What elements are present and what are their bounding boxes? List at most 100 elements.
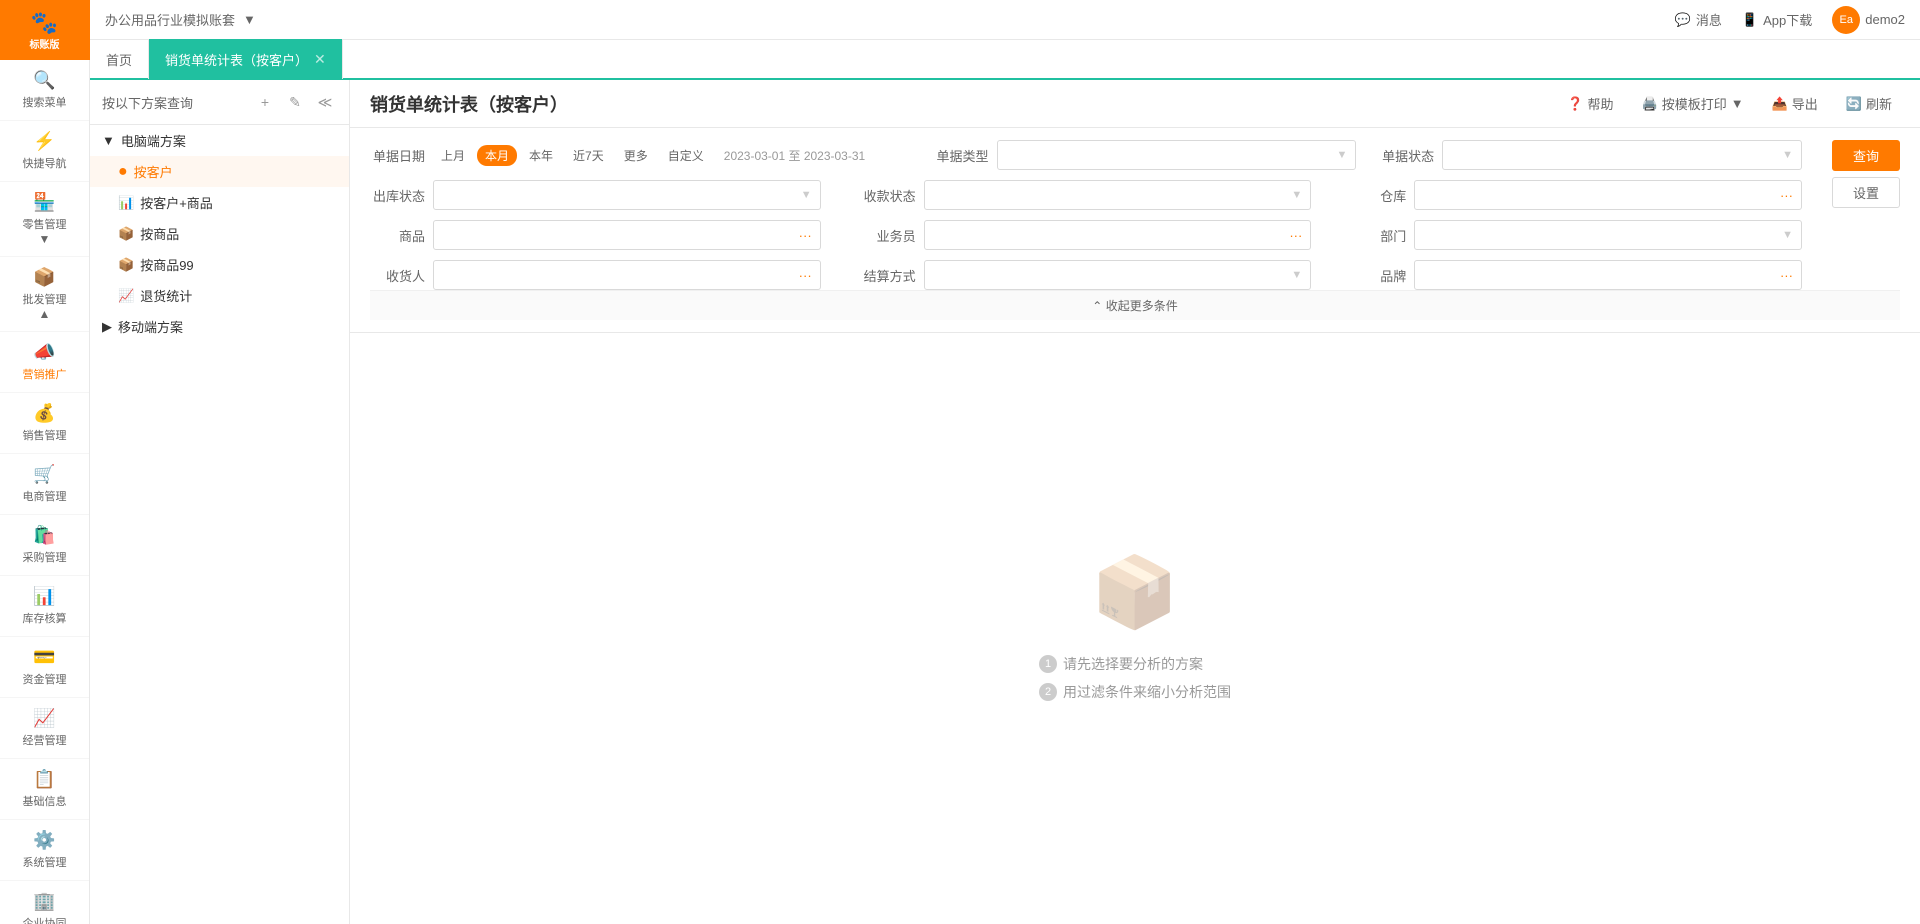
refresh-label: 刷新: [1866, 94, 1892, 113]
sidebar-system-label: 系统管理: [23, 854, 67, 870]
return-stats-icon: 📈: [118, 288, 134, 304]
sidebar-retail-label: 零售管理: [23, 216, 67, 232]
left-panel: 按以下方案查询 + ✎ ≪ ▼ 电脑端方案: [90, 80, 350, 924]
tab-close-icon[interactable]: ✕: [314, 52, 326, 66]
sidebar: 🐾 标账版 🔍 搜索菜单 ⚡ 快捷导航 🏪 零售管理 ▼ 📦 批发管理 ▲ 📣 …: [0, 0, 90, 924]
order-type-select[interactable]: ▼: [997, 140, 1357, 170]
dept-arrow: ▼: [1782, 229, 1793, 241]
collect-status-select[interactable]: ▼: [924, 180, 1312, 210]
tree-item-by-customer[interactable]: ● 按客户: [90, 156, 349, 187]
tree-group-desktop[interactable]: ▼ 电脑端方案: [90, 125, 349, 156]
salesman-label: 业务员: [861, 226, 916, 245]
sidebar-item-basic[interactable]: 📋 基础信息: [0, 759, 89, 820]
salesman-input[interactable]: ···: [924, 220, 1312, 250]
by-goods99-label: 按商品99: [140, 255, 193, 274]
search-icon: 🔍: [33, 70, 55, 91]
print-icon: 🖨️: [1642, 96, 1658, 112]
tree-item-by-goods[interactable]: 📦 按商品: [90, 218, 349, 249]
tab-minimize-icon[interactable]: ─: [1879, 50, 1890, 68]
app-download-btn[interactable]: 📱 App下载: [1742, 10, 1812, 29]
sidebar-item-purchase[interactable]: 🛍️ 采购管理: [0, 515, 89, 576]
sidebar-basic-label: 基础信息: [23, 793, 67, 809]
settle-select[interactable]: ▼: [924, 260, 1312, 290]
tab-sales-report[interactable]: 销货单统计表（按客户） ✕: [149, 39, 343, 79]
message-label: 消息: [1696, 10, 1722, 29]
sidebar-item-retail[interactable]: 🏪 零售管理 ▼: [0, 182, 89, 257]
tree-item-by-goods99[interactable]: 📦 按商品99: [90, 249, 349, 280]
industry-dropdown-icon[interactable]: ▼: [243, 12, 256, 27]
print-label: 按模板打印: [1662, 94, 1727, 113]
sidebar-item-ecommerce[interactable]: 🛒 电商管理: [0, 454, 89, 515]
ecommerce-icon: 🛒: [33, 464, 55, 485]
date-btn-thisyear[interactable]: 本年: [521, 145, 561, 166]
tab-home[interactable]: 首页: [90, 39, 149, 79]
out-status-select[interactable]: ▼: [433, 180, 821, 210]
operation-icon: 📈: [33, 708, 55, 729]
warehouse-input[interactable]: ···: [1414, 180, 1802, 210]
consignee-input[interactable]: ···: [433, 260, 821, 290]
tree-children-desktop: ● 按客户 📊 按客户+商品 📦 按商品 📦 按商品99 📈 退货统: [90, 156, 349, 311]
by-customer-icon: ●: [118, 163, 128, 181]
consignee-dots: ···: [799, 268, 812, 283]
header-right: 💬 消息 📱 App下载 Ea demo2: [1675, 6, 1905, 34]
tab-maximize-icon[interactable]: ⤢: [1899, 51, 1910, 68]
collapse-panel-btn[interactable]: ≪: [313, 90, 337, 114]
user-profile[interactable]: Ea demo2: [1832, 6, 1905, 34]
sidebar-item-wholesale[interactable]: 📦 批发管理 ▲: [0, 257, 89, 332]
order-status-select[interactable]: ▼: [1442, 140, 1802, 170]
collect-status-arrow: ▼: [1291, 189, 1302, 201]
dept-label: 部门: [1351, 226, 1406, 245]
tree-group-mobile[interactable]: ▶ 移动端方案: [90, 311, 349, 342]
customer-goods-label: 按客户+商品: [140, 193, 213, 212]
help-btn[interactable]: ❓ 帮助: [1559, 90, 1621, 117]
sidebar-item-search[interactable]: 🔍 搜索菜单: [0, 60, 89, 121]
tree-item-by-customer-goods[interactable]: 📊 按客户+商品: [90, 187, 349, 218]
out-status-arrow: ▼: [801, 189, 812, 201]
avatar-text: Ea: [1840, 14, 1853, 26]
message-btn[interactable]: 💬 消息: [1675, 10, 1722, 29]
sidebar-finance-label: 资金管理: [23, 671, 67, 687]
right-main: 销货单统计表（按客户） ❓ 帮助 🖨️ 按模板打印 ▼ 📤 导出: [350, 80, 1920, 924]
goods-input[interactable]: ···: [433, 220, 821, 250]
tree-item-return-stats[interactable]: 📈 退货统计: [90, 280, 349, 311]
edit-icon: ✎: [289, 94, 301, 111]
export-btn[interactable]: 📤 导出: [1764, 90, 1826, 117]
sidebar-item-enterprise[interactable]: 🏢 企业协同: [0, 881, 89, 924]
sidebar-item-operation[interactable]: 📈 经营管理: [0, 698, 89, 759]
query-btn[interactable]: 查询: [1832, 140, 1900, 171]
help-label: 帮助: [1588, 94, 1614, 113]
by-goods-label: 按商品: [140, 224, 179, 243]
date-btn-more[interactable]: 更多: [616, 145, 656, 166]
sidebar-item-finance[interactable]: 💳 资金管理: [0, 637, 89, 698]
date-btn-custom[interactable]: 自定义: [660, 145, 712, 166]
page-actions: ❓ 帮助 🖨️ 按模板打印 ▼ 📤 导出 🔄 刷新: [1559, 90, 1900, 117]
sidebar-enterprise-label: 企业协同: [23, 915, 67, 924]
tab-home-label: 首页: [106, 50, 132, 69]
sidebar-item-inventory[interactable]: 📊 库存核算: [0, 576, 89, 637]
sidebar-item-sales[interactable]: 💰 销售管理: [0, 393, 89, 454]
dept-select[interactable]: ▼: [1414, 220, 1802, 250]
date-btn-thismonth[interactable]: 本月: [477, 145, 517, 166]
sidebar-item-quicknav[interactable]: ⚡ 快捷导航: [0, 121, 89, 182]
page-title: 销货单统计表（按客户）: [370, 91, 568, 117]
date-range-display: 2023-03-01 至 2023-03-31: [724, 147, 865, 164]
settings-btn[interactable]: 设置: [1832, 177, 1900, 208]
collapse-row[interactable]: ⌃ 收起更多条件: [370, 290, 1900, 320]
return-stats-label: 退货统计: [140, 286, 192, 305]
order-status-label: 单据状态: [1379, 146, 1434, 165]
print-btn[interactable]: 🖨️ 按模板打印 ▼: [1634, 90, 1752, 117]
add-scheme-btn[interactable]: +: [253, 90, 277, 114]
sidebar-quicknav-label: 快捷导航: [23, 155, 67, 171]
date-btn-7days[interactable]: 近7天: [565, 145, 612, 166]
date-btn-lastmonth[interactable]: 上月: [433, 145, 473, 166]
date-quick-btns: 上月 本月 本年 近7天 更多 自定义: [433, 145, 712, 166]
top-header: 办公用品行业模拟账套 ▼ 💬 消息 📱 App下载 Ea demo2: [90, 0, 1920, 40]
brand-input[interactable]: ···: [1414, 260, 1802, 290]
sidebar-item-system[interactable]: ⚙️ 系统管理: [0, 820, 89, 881]
edit-scheme-btn[interactable]: ✎: [283, 90, 307, 114]
inventory-icon: 📊: [33, 586, 55, 607]
sidebar-item-marketing[interactable]: 📣 营销推广: [0, 332, 89, 393]
refresh-btn[interactable]: 🔄 刷新: [1838, 90, 1900, 117]
collapse-icon: ≪: [318, 94, 333, 111]
collapse-label: 收起更多条件: [1106, 299, 1178, 313]
